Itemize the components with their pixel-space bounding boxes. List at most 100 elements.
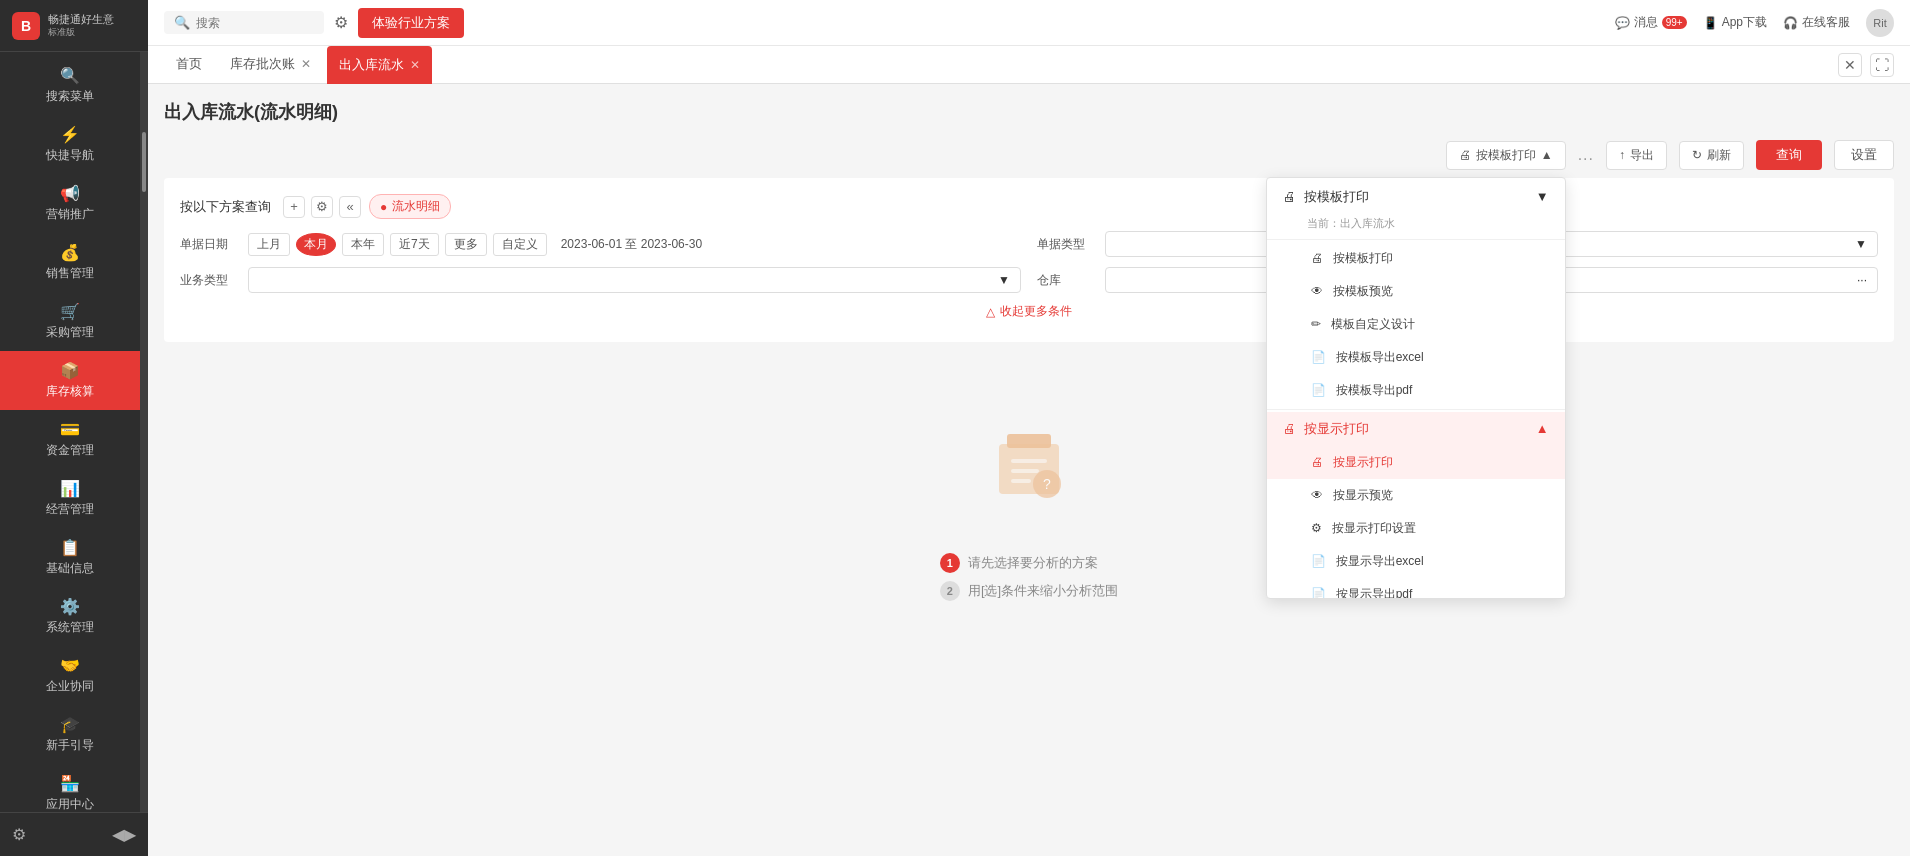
sidebar-item-label-system: 系统管理 bbox=[46, 619, 94, 636]
sidebar-item-marketing[interactable]: 📢 营销推广 bbox=[0, 174, 140, 233]
sidebar-item-system[interactable]: ⚙️ 系统管理 bbox=[0, 587, 140, 646]
settings-button[interactable]: 设置 bbox=[1834, 140, 1894, 170]
print-template-button[interactable]: 🖨 按模板打印 ▲ bbox=[1446, 141, 1566, 170]
close-all-tabs-button[interactable]: ✕ bbox=[1838, 53, 1862, 77]
date-opt-本月[interactable]: 本月 bbox=[296, 233, 336, 256]
collapse-button[interactable]: △ 收起更多条件 bbox=[180, 297, 1878, 326]
inventory-icon: 📦 bbox=[60, 361, 80, 380]
template-preview-item[interactable]: 👁 按模板预览 bbox=[1267, 275, 1565, 308]
display-print-item[interactable]: 🖨 按显示打印 bbox=[1267, 446, 1565, 479]
template-design-item[interactable]: ✏ 模板自定义设计 bbox=[1267, 308, 1565, 341]
sidebar: B 畅捷通好生意 标准版 🔍 搜索菜单 ⚡ 快捷导航 📢 营销推广 💰 销售管理… bbox=[0, 0, 148, 856]
finance-icon: 💳 bbox=[60, 420, 80, 439]
sidebar-item-collab[interactable]: 🤝 企业协同 bbox=[0, 646, 140, 705]
page-title: 出入库流水(流水明细) bbox=[164, 100, 1894, 124]
trial-button[interactable]: 体验行业方案 bbox=[358, 8, 464, 38]
template-excel-item[interactable]: 📄 按模板导出excel bbox=[1267, 341, 1565, 374]
sidebar-item-purchase[interactable]: 🛒 采购管理 bbox=[0, 292, 140, 351]
sidebar-item-label-appstore: 应用中心 bbox=[46, 796, 94, 812]
app-download-button[interactable]: 📱 App下载 bbox=[1703, 14, 1767, 31]
sidebar-item-label-collab: 企业协同 bbox=[46, 678, 94, 695]
search-input[interactable] bbox=[196, 16, 314, 30]
tab-label-batch: 库存批次账 bbox=[230, 55, 295, 73]
display-section-header[interactable]: 🖨 按显示打印 ▲ bbox=[1267, 412, 1565, 446]
user-avatar[interactable]: Rit bbox=[1866, 9, 1894, 37]
sidebar-item-shortcut[interactable]: ⚡ 快捷导航 bbox=[0, 115, 140, 174]
divider-2 bbox=[1267, 409, 1565, 410]
date-opt-更多[interactable]: 更多 bbox=[445, 233, 487, 256]
business-type-select[interactable]: ▼ bbox=[248, 267, 1021, 293]
guide-icon: 🎓 bbox=[60, 715, 80, 734]
operation-icon: 📊 bbox=[60, 479, 80, 498]
sales-icon: 💰 bbox=[60, 243, 80, 262]
sidebar-item-label-basic: 基础信息 bbox=[46, 560, 94, 577]
sidebar-scrollbar[interactable] bbox=[140, 52, 148, 812]
display-pdf-item[interactable]: 📄 按显示导出pdf bbox=[1267, 578, 1565, 598]
marketing-icon: 📢 bbox=[60, 184, 80, 203]
tab-home[interactable]: 首页 bbox=[164, 46, 214, 84]
query-button[interactable]: 查询 bbox=[1756, 140, 1822, 170]
chevron-up-icon: ▲ bbox=[1541, 148, 1553, 162]
date-range-display: 2023-06-01 至 2023-06-30 bbox=[561, 236, 702, 253]
template-print-item[interactable]: 🖨 按模板打印 bbox=[1267, 242, 1565, 275]
tabs-right-actions: ✕ ⛶ bbox=[1838, 53, 1894, 77]
sidebar-item-appstore[interactable]: 🏪 应用中心 bbox=[0, 764, 140, 812]
step-2-num: 2 bbox=[940, 581, 960, 601]
add-filter-button[interactable]: + bbox=[283, 196, 305, 218]
display-excel-item[interactable]: 📄 按显示导出excel bbox=[1267, 545, 1565, 578]
more-options-dots[interactable]: ... bbox=[1578, 146, 1594, 164]
empty-step-1: 1 请先选择要分析的方案 bbox=[940, 553, 1118, 573]
step-1-num: 1 bbox=[940, 553, 960, 573]
settings-icon[interactable]: ⚙ bbox=[12, 825, 26, 844]
print-doc-icon: 🖨 bbox=[1311, 251, 1323, 265]
filter-header-icons: + ⚙ « bbox=[283, 196, 361, 218]
sidebar-item-finance[interactable]: 💳 资金管理 bbox=[0, 410, 140, 469]
search-icon: 🔍 bbox=[174, 15, 190, 30]
divider-1 bbox=[1267, 239, 1565, 240]
warehouse-more-icon: ··· bbox=[1857, 273, 1867, 287]
sidebar-item-label-marketing: 营销推广 bbox=[46, 206, 94, 223]
sidebar-item-operation[interactable]: 📊 经营管理 bbox=[0, 469, 140, 528]
sidebar-item-sales[interactable]: 💰 销售管理 bbox=[0, 233, 140, 292]
export-button[interactable]: ↑ 导出 bbox=[1606, 141, 1667, 170]
maximize-tab-button[interactable]: ⛶ bbox=[1870, 53, 1894, 77]
filter-tag[interactable]: ● 流水明细 bbox=[369, 194, 451, 219]
date-opt-本年[interactable]: 本年 bbox=[342, 233, 384, 256]
app-icon: 📱 bbox=[1703, 16, 1718, 30]
tab-label-flow: 出入库流水 bbox=[339, 56, 404, 74]
filter-header: 按以下方案查询 + ⚙ « ● 流水明细 bbox=[180, 194, 1878, 219]
svg-rect-2 bbox=[1011, 459, 1047, 463]
sidebar-item-basic[interactable]: 📋 基础信息 bbox=[0, 528, 140, 587]
tab-batch[interactable]: 库存批次账 ✕ bbox=[218, 46, 323, 84]
filter-collapse-button[interactable]: « bbox=[339, 196, 361, 218]
sidebar-item-label-guide: 新手引导 bbox=[46, 737, 94, 754]
gear-icon[interactable]: ⚙ bbox=[334, 13, 348, 32]
date-filter-field: 单据日期 上月本月本年近7天更多自定义 2023-06-01 至 2023-06… bbox=[180, 233, 1021, 256]
collapse-up-icon: △ bbox=[986, 305, 995, 319]
sidebar-item-search[interactable]: 🔍 搜索菜单 bbox=[0, 56, 140, 115]
tab-close-flow[interactable]: ✕ bbox=[410, 58, 420, 72]
date-opt-上月[interactable]: 上月 bbox=[248, 233, 290, 256]
warehouse-label: 仓库 bbox=[1037, 272, 1097, 289]
sidebar-item-guide[interactable]: 🎓 新手引导 bbox=[0, 705, 140, 764]
display-print-icon: 🖨 bbox=[1283, 421, 1296, 436]
filter-settings-button[interactable]: ⚙ bbox=[311, 196, 333, 218]
message-button[interactable]: 💬 消息 99+ bbox=[1615, 14, 1687, 31]
template-pdf-item[interactable]: 📄 按模板导出pdf bbox=[1267, 374, 1565, 407]
business-type-label: 业务类型 bbox=[180, 272, 240, 289]
date-opt-近7天[interactable]: 近7天 bbox=[390, 233, 439, 256]
display-settings-item[interactable]: ⚙ 按显示打印设置 bbox=[1267, 512, 1565, 545]
refresh-button[interactable]: ↻ 刷新 bbox=[1679, 141, 1744, 170]
template-section-header[interactable]: 🖨 按模板打印 ▼ bbox=[1267, 178, 1565, 216]
tab-flow[interactable]: 出入库流水 ✕ bbox=[327, 46, 432, 84]
message-icon: 💬 bbox=[1615, 16, 1630, 30]
tab-close-batch[interactable]: ✕ bbox=[301, 57, 311, 71]
display-preview-item[interactable]: 👁 按显示预览 bbox=[1267, 479, 1565, 512]
date-opt-自定义[interactable]: 自定义 bbox=[493, 233, 547, 256]
sidebar-item-inventory[interactable]: 📦 库存核算 bbox=[0, 351, 140, 410]
filter-tag-dot: ● bbox=[380, 200, 387, 214]
appstore-icon: 🏪 bbox=[60, 774, 80, 793]
collapse-icon[interactable]: ◀▶ bbox=[112, 825, 136, 844]
dropdown-scroll-area: 🖨 按模板打印 ▼ 当前：出入库流水 🖨 按模板打印 👁 bbox=[1267, 178, 1565, 598]
online-service-button[interactable]: 🎧 在线客服 bbox=[1783, 14, 1850, 31]
